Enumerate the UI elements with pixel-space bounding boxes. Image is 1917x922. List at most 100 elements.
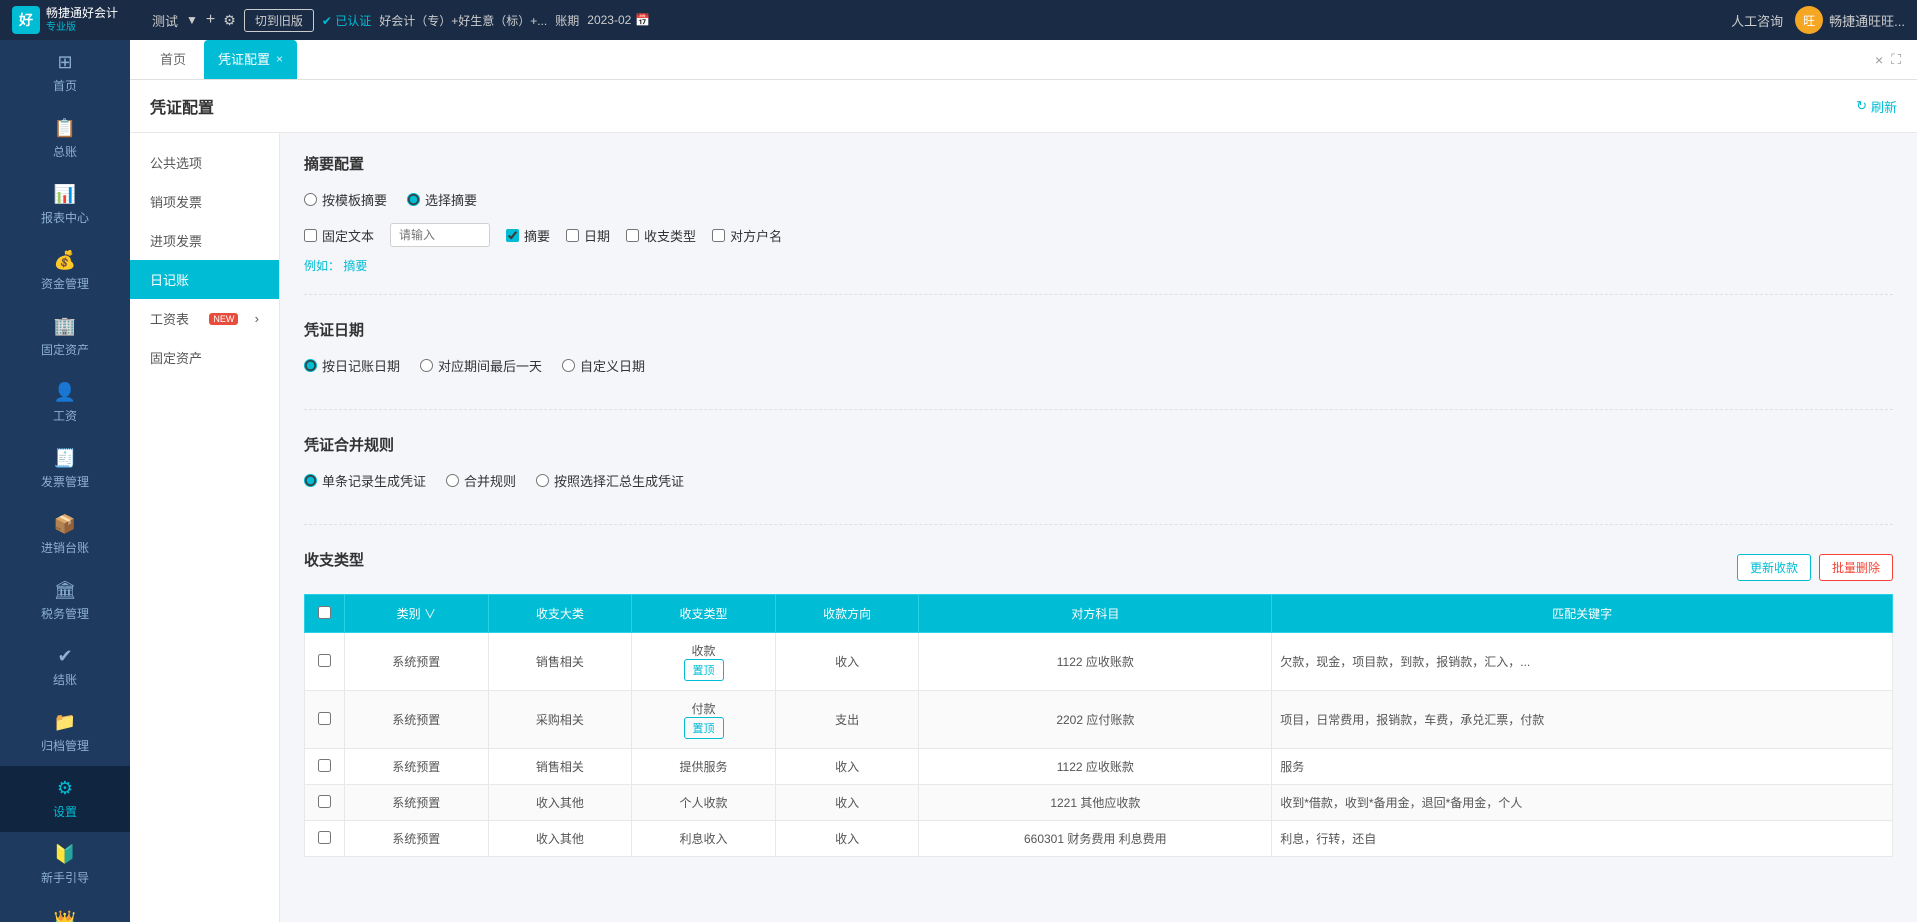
- summary-checkbox-label: 摘要: [524, 226, 550, 245]
- nav-item-payroll[interactable]: 工资表 NEW ›: [130, 299, 279, 338]
- company-name: 测试: [152, 11, 178, 30]
- sidebar-label-funds: 资金管理: [41, 275, 89, 292]
- sidebar-item-invoice[interactable]: 🧾 发票管理: [0, 436, 130, 502]
- voucher-merge-radio1[interactable]: 单条记录生成凭证: [304, 471, 426, 490]
- row-checkbox[interactable]: [318, 795, 331, 808]
- tax-icon: 🏛: [54, 580, 77, 601]
- row-checkbox-cell[interactable]: [305, 785, 345, 821]
- summary-radio-template[interactable]: 按模板摘要: [304, 190, 387, 209]
- summary-radio-select[interactable]: 选择摘要: [407, 190, 477, 209]
- switch-version-button[interactable]: 切到旧版: [244, 9, 314, 32]
- nav-item-purchase-invoice[interactable]: 进项发票: [130, 221, 279, 260]
- row-checkbox[interactable]: [318, 712, 331, 725]
- date-checkbox[interactable]: 日期: [566, 226, 610, 245]
- cell-type: 收款置顶: [632, 633, 776, 691]
- period-label: 账期: [555, 12, 579, 29]
- batch-delete-button[interactable]: 批量删除: [1819, 554, 1893, 581]
- example-value: 摘要: [343, 259, 367, 273]
- sidebar-item-close[interactable]: ✔ 结账: [0, 634, 130, 700]
- row-checkbox-cell[interactable]: [305, 633, 345, 691]
- cell-major: 收入其他: [488, 821, 632, 857]
- update-payment-button[interactable]: 更新收款: [1737, 554, 1811, 581]
- nav-item-sales-invoice[interactable]: 销项发票: [130, 182, 279, 221]
- tab-home[interactable]: 首页: [146, 40, 200, 79]
- content-area: 首页 凭证配置 × × ⛶ 凭证配置 ↻ 刷新: [130, 40, 1917, 922]
- counterpart-checkbox[interactable]: 对方户名: [712, 226, 782, 245]
- sidebar-item-ledger[interactable]: 📋 总账: [0, 106, 130, 172]
- row-checkbox[interactable]: [318, 831, 331, 844]
- nav-item-public[interactable]: 公共选项: [130, 143, 279, 182]
- fixed-text-input[interactable]: [390, 223, 490, 247]
- cell-major: 收入其他: [488, 785, 632, 821]
- summary-config-title: 摘要配置: [304, 153, 1893, 174]
- tab-voucher-config[interactable]: 凭证配置 ×: [204, 40, 297, 79]
- voucher-date-radio1[interactable]: 按日记账日期: [304, 356, 400, 375]
- table-actions: 更新收款 批量删除: [1737, 554, 1893, 581]
- sidebar-item-reports[interactable]: 📊 报表中心: [0, 172, 130, 238]
- fixed-text-checkbox[interactable]: 固定文本: [304, 226, 374, 245]
- sidebar-item-tax[interactable]: 🏛 税务管理: [0, 568, 130, 634]
- summary-checkbox[interactable]: 摘要: [506, 226, 550, 245]
- sidebar-label-tax: 税务管理: [41, 605, 89, 622]
- voucher-merge-radio3[interactable]: 按照选择汇总生成凭证: [536, 471, 684, 490]
- tag-button[interactable]: 置顶: [684, 659, 724, 681]
- cell-major: 采购相关: [488, 691, 632, 749]
- cell-category: 系统预置: [345, 749, 489, 785]
- voucher-merge-radio2[interactable]: 合并规则: [446, 471, 516, 490]
- avatar: 旺: [1795, 6, 1823, 34]
- row-checkbox-cell[interactable]: [305, 749, 345, 785]
- tag-button[interactable]: 置顶: [684, 717, 724, 739]
- archive-icon: 📁: [54, 712, 76, 733]
- cell-keywords: 收到*借款，收到*备用金，退回*备用金，个人: [1272, 785, 1893, 821]
- cell-category: 系统预置: [345, 633, 489, 691]
- home-icon: ⊞: [57, 52, 72, 73]
- gear-icon: ⚙: [57, 778, 73, 799]
- sidebar-item-archive[interactable]: 📁 归档管理: [0, 700, 130, 766]
- voucher-date-radio2[interactable]: 对应期间最后一天: [420, 356, 542, 375]
- certified-badge: ✔ 已认证: [322, 12, 371, 29]
- tab-voucher-label: 凭证配置: [218, 49, 270, 68]
- voucher-date-title: 凭证日期: [304, 319, 1893, 340]
- period-value: 2023-02 📅: [587, 13, 650, 27]
- cell-direction: 收入: [775, 633, 919, 691]
- sidebar-item-funds[interactable]: 💰 资金管理: [0, 238, 130, 304]
- cell-subject: 660301 财务费用 利息费用: [919, 821, 1272, 857]
- sidebar-item-guide[interactable]: 🔰 新手引导: [0, 832, 130, 898]
- nav-label-fixed-assets: 固定资产: [150, 348, 202, 367]
- maximize-icon[interactable]: ⛶: [1891, 51, 1901, 68]
- company-dropdown-icon[interactable]: ▼: [186, 13, 198, 27]
- nav-item-journal[interactable]: 日记账: [130, 260, 279, 299]
- calendar-icon[interactable]: 📅: [635, 13, 650, 27]
- close-window-icon[interactable]: ×: [1875, 52, 1883, 68]
- nav-item-fixed-assets[interactable]: 固定资产: [130, 338, 279, 377]
- sidebar-item-home[interactable]: ⊞ 首页: [0, 40, 130, 106]
- payment-type-checkbox[interactable]: 收支类型: [626, 226, 696, 245]
- row-checkbox-cell[interactable]: [305, 821, 345, 857]
- sidebar-item-member[interactable]: 👑 畅会员: [0, 898, 130, 922]
- settings-icon[interactable]: ⚙: [223, 12, 236, 29]
- row-checkbox[interactable]: [318, 759, 331, 772]
- col-direction: 收款方向: [775, 595, 919, 633]
- refresh-button[interactable]: ↻ 刷新: [1856, 97, 1897, 116]
- row-checkbox[interactable]: [318, 654, 331, 667]
- consult-link[interactable]: 人工咨询: [1731, 11, 1783, 30]
- col-type: 收支类型: [632, 595, 776, 633]
- user-menu[interactable]: 旺 畅捷通旺旺...: [1795, 6, 1905, 34]
- cell-keywords: 利息，行转，还自: [1272, 821, 1893, 857]
- logo: 好 畅捷通好会计 专业版: [12, 6, 142, 35]
- summary-radio-group: 按模板摘要 选择摘要: [304, 190, 1893, 209]
- select-all-checkbox[interactable]: [318, 606, 331, 619]
- voucher-merge-radio3-label: 按照选择汇总生成凭证: [554, 471, 684, 490]
- add-icon[interactable]: +: [206, 11, 215, 29]
- sidebar-item-assets[interactable]: 🏢 固定资产: [0, 304, 130, 370]
- voucher-date-radio3[interactable]: 自定义日期: [562, 356, 645, 375]
- sidebar-item-settings[interactable]: ⚙ 设置: [0, 766, 130, 832]
- tab-close-icon[interactable]: ×: [276, 52, 283, 66]
- row-checkbox-cell[interactable]: [305, 691, 345, 749]
- table-header-row: 类别 ∨ 收支大类 收支类型 收款方向 对方科目 匹配关键字: [305, 595, 1893, 633]
- sidebar-item-trade[interactable]: 📦 进销台账: [0, 502, 130, 568]
- cell-type: 个人收款: [632, 785, 776, 821]
- salary-icon: 👤: [54, 382, 76, 403]
- sidebar-item-salary[interactable]: 👤 工资: [0, 370, 130, 436]
- select-all-cell[interactable]: [305, 595, 345, 633]
